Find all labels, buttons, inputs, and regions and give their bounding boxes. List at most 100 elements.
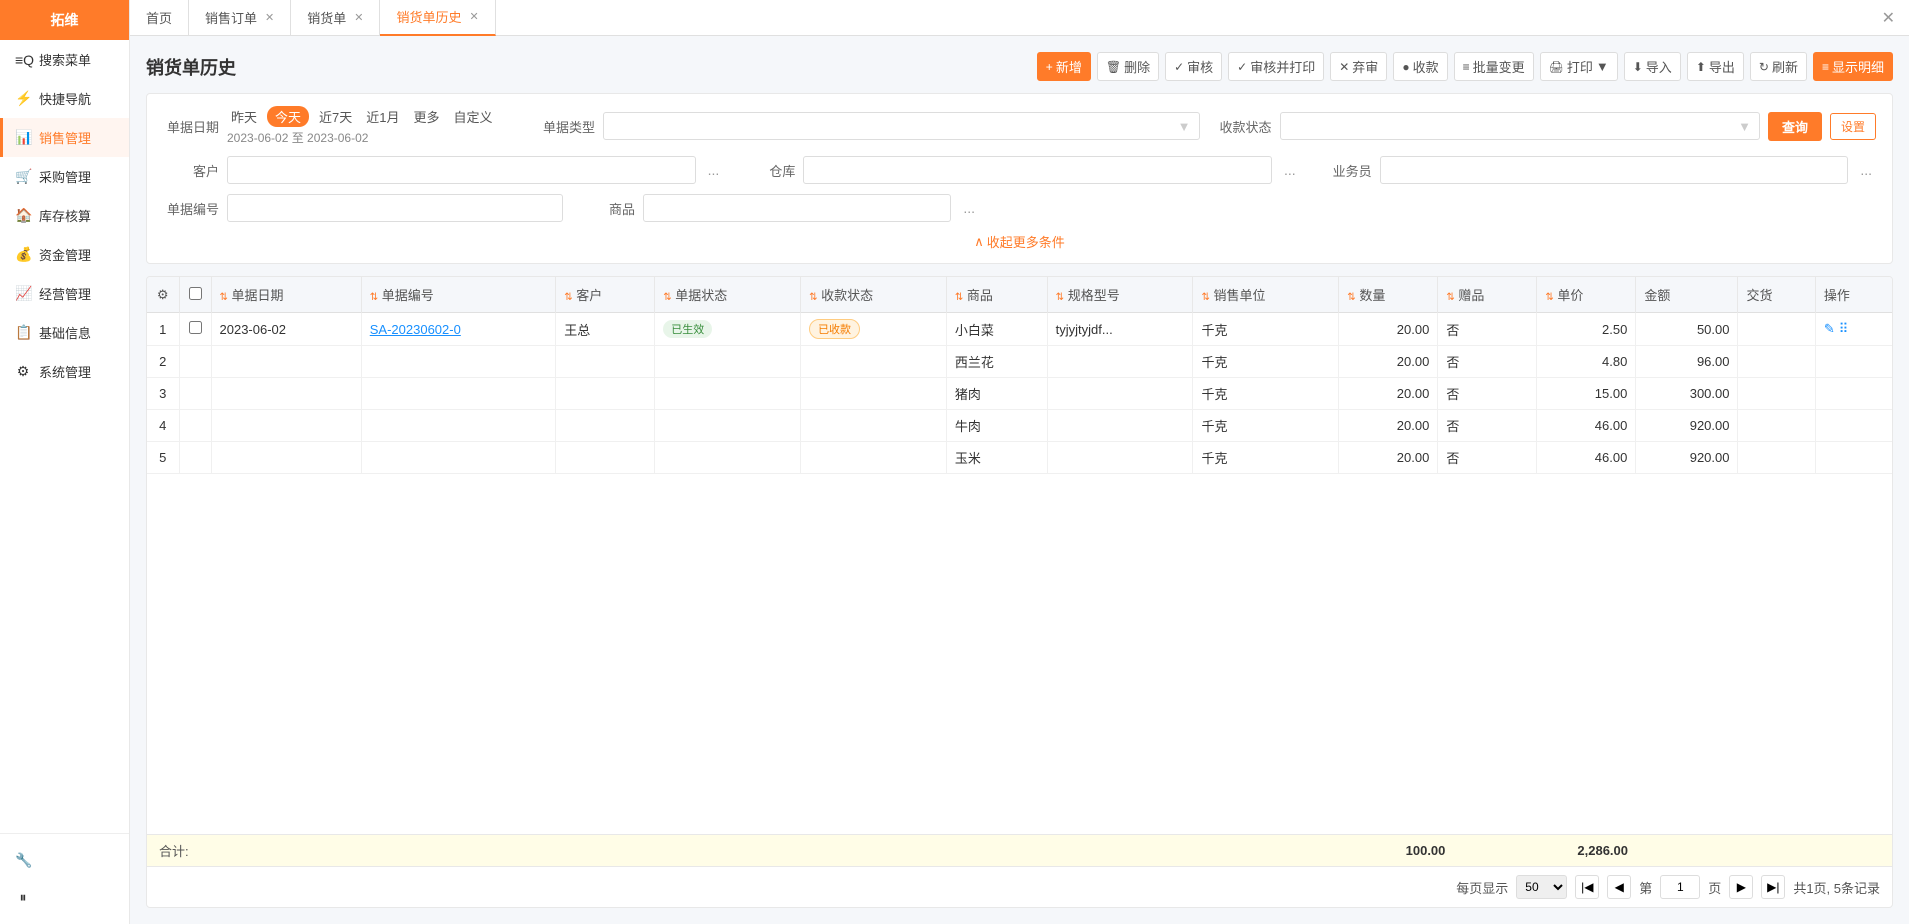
- more-action-icon[interactable]: ⠿: [1839, 321, 1849, 336]
- date-tab-custom[interactable]: 自定义: [450, 106, 497, 127]
- cell-check[interactable]: [179, 313, 211, 346]
- col-goods[interactable]: ⇅ 商品: [946, 277, 1047, 313]
- cell-customer: 王总: [556, 313, 655, 346]
- customer-input[interactable]: [227, 156, 696, 184]
- sidebar-item-purchase-mgmt[interactable]: 🛒 采购管理: [0, 157, 129, 196]
- first-page-button[interactable]: |◀: [1575, 875, 1599, 899]
- date-tab-1month[interactable]: 近1月: [362, 106, 403, 127]
- col-settings[interactable]: ⚙: [147, 277, 179, 313]
- table-scroll-area[interactable]: ⚙ ⇅ 单据日期 ⇅ 单据编号 ⇅ 客户 ⇅ 单据状态 ⇅ 收款状态 ⇅ 商品 …: [147, 277, 1892, 834]
- tab-sales-goods[interactable]: 销货单 ✕: [291, 0, 380, 36]
- date-tab-yesterday[interactable]: 昨天: [227, 106, 261, 127]
- goods-input[interactable]: [643, 194, 951, 222]
- col-pay-status[interactable]: ⇅ 收款状态: [801, 277, 947, 313]
- sort-price-icon: ⇅: [1545, 292, 1553, 303]
- sidebar-item-label: 搜索菜单: [39, 50, 91, 69]
- salesperson-input[interactable]: [1380, 156, 1849, 184]
- cell-no[interactable]: SA-20230602-0: [361, 313, 555, 346]
- col-no[interactable]: ⇅ 单据编号: [361, 277, 555, 313]
- tab-sales-order[interactable]: 销售订单 ✕: [189, 0, 291, 36]
- collect-button[interactable]: ● 收款: [1393, 52, 1447, 81]
- sidebar-item-sys-mgmt[interactable]: ⚙ 系统管理: [0, 352, 129, 391]
- table-header-row: ⚙ ⇅ 单据日期 ⇅ 单据编号 ⇅ 客户 ⇅ 单据状态 ⇅ 收款状态 ⇅ 商品 …: [147, 277, 1892, 313]
- last-page-button[interactable]: ▶|: [1761, 875, 1785, 899]
- cell-check[interactable]: [179, 410, 211, 442]
- col-doc-status[interactable]: ⇅ 单据状态: [655, 277, 801, 313]
- print-button[interactable]: 🖨 打印 ▼: [1540, 52, 1618, 81]
- warehouse-input[interactable]: [803, 156, 1272, 184]
- salesperson-label: 业务员: [1316, 161, 1372, 180]
- sidebar-item-finance[interactable]: 💰 资金管理: [0, 235, 129, 274]
- date-tab-7days[interactable]: 近7天: [315, 106, 356, 127]
- batch-change-button[interactable]: ≡ 批量变更: [1454, 52, 1534, 81]
- date-tab-more[interactable]: 更多: [410, 106, 444, 127]
- select-all-checkbox[interactable]: [189, 287, 202, 300]
- date-range: 昨天 今天 近7天 近1月 更多 自定义 2023-06-02 至 2023-0…: [227, 106, 497, 146]
- page-number-input[interactable]: [1660, 875, 1700, 899]
- col-gift[interactable]: ⇅ 赠品: [1438, 277, 1537, 313]
- sidebar-item-search-menu[interactable]: ≡Q 搜索菜单: [0, 40, 129, 79]
- sidebar-item-bottom-settings[interactable]: 🔧: [0, 842, 129, 879]
- tab-bar-global-close[interactable]: ✕: [1868, 8, 1909, 28]
- sidebar-item-quick-nav[interactable]: ⚡ 快捷导航: [0, 79, 129, 118]
- abandon-button[interactable]: ✕ 弃审: [1330, 52, 1387, 81]
- sidebar-item-bottom-pause[interactable]: ⏸: [0, 879, 129, 916]
- cell-check[interactable]: [179, 346, 211, 378]
- inventory-icon: 🏠: [15, 207, 31, 224]
- edit-action-icon[interactable]: ✎: [1824, 321, 1835, 336]
- doc-no-input[interactable]: [227, 194, 563, 222]
- col-price[interactable]: ⇅ 单价: [1537, 277, 1636, 313]
- cell-check[interactable]: [179, 378, 211, 410]
- salesperson-ellipsis-button[interactable]: ...: [1856, 162, 1876, 178]
- main-content: 首页 销售订单 ✕ 销货单 ✕ 销货单历史 ✕ ✕ 销货单历史 + 新增: [130, 0, 1909, 924]
- sidebar-item-inventory[interactable]: 🏠 库存核算: [0, 196, 129, 235]
- col-qty[interactable]: ⇅ 数量: [1339, 277, 1438, 313]
- purchase-mgmt-icon: 🛒: [15, 168, 31, 185]
- per-page-select[interactable]: 50 20 100: [1516, 875, 1567, 899]
- table-row: 5玉米千克20.00否46.00920.00: [147, 442, 1892, 474]
- doc-type-select[interactable]: ▼: [603, 112, 1200, 140]
- audit-button[interactable]: ✓ 审核: [1165, 52, 1222, 81]
- cell-no: [361, 442, 555, 474]
- col-spec[interactable]: ⇅ 规格型号: [1047, 277, 1193, 313]
- col-date[interactable]: ⇅ 单据日期: [211, 277, 361, 313]
- col-check[interactable]: [179, 277, 211, 313]
- goods-ellipsis-button[interactable]: ...: [959, 200, 979, 216]
- sort-spec-icon: ⇅: [1056, 292, 1064, 303]
- sidebar-item-basic-info[interactable]: 📋 基础信息: [0, 313, 129, 352]
- import-button[interactable]: ⬇ 导入: [1624, 52, 1681, 81]
- cell-action: ✎⠿: [1815, 313, 1892, 346]
- sidebar-item-operations[interactable]: 📈 经营管理: [0, 274, 129, 313]
- refresh-button[interactable]: ↻ 刷新: [1750, 52, 1807, 81]
- query-button[interactable]: 查询: [1768, 112, 1822, 141]
- cell-gift: 否: [1438, 442, 1537, 474]
- show-detail-button[interactable]: ≡ 显示明细: [1813, 52, 1893, 81]
- customer-ellipsis-button[interactable]: ...: [704, 162, 724, 178]
- cell-check[interactable]: [179, 442, 211, 474]
- next-page-button[interactable]: ▶: [1729, 875, 1753, 899]
- doc-no-link[interactable]: SA-20230602-0: [370, 322, 461, 337]
- tab-sales-order-close[interactable]: ✕: [265, 11, 274, 24]
- audit-print-button[interactable]: ✓ 审核并打印: [1228, 52, 1324, 81]
- date-tab-today[interactable]: 今天: [267, 106, 309, 127]
- settings-button[interactable]: 设置: [1830, 113, 1876, 140]
- add-button[interactable]: + 新增: [1037, 52, 1091, 81]
- sidebar-item-sales-mgmt[interactable]: 📊 销售管理: [0, 118, 129, 157]
- delete-button[interactable]: 🗑 删除: [1097, 52, 1159, 81]
- col-customer[interactable]: ⇅ 客户: [556, 277, 655, 313]
- tab-sales-history-close[interactable]: ✕: [470, 10, 479, 23]
- bottom-settings-icon: 🔧: [15, 852, 31, 869]
- filter-pay-status: 收款状态 ▼ 查询 设置: [1216, 112, 1877, 141]
- tab-sales-history[interactable]: 销货单历史 ✕: [380, 0, 495, 36]
- collapse-button[interactable]: ∧ 收起更多条件: [974, 232, 1065, 251]
- export-button[interactable]: ⬆ 导出: [1687, 52, 1744, 81]
- prev-page-button[interactable]: ◀: [1607, 875, 1631, 899]
- warehouse-ellipsis-button[interactable]: ...: [1280, 162, 1300, 178]
- cell-seq: 3: [147, 378, 179, 410]
- pay-status-select[interactable]: ▼: [1280, 112, 1760, 140]
- finance-icon: 💰: [15, 246, 31, 263]
- tab-sales-goods-close[interactable]: ✕: [354, 11, 363, 24]
- tab-home[interactable]: 首页: [130, 0, 189, 36]
- col-unit[interactable]: ⇅ 销售单位: [1193, 277, 1339, 313]
- row-checkbox[interactable]: [189, 321, 202, 334]
